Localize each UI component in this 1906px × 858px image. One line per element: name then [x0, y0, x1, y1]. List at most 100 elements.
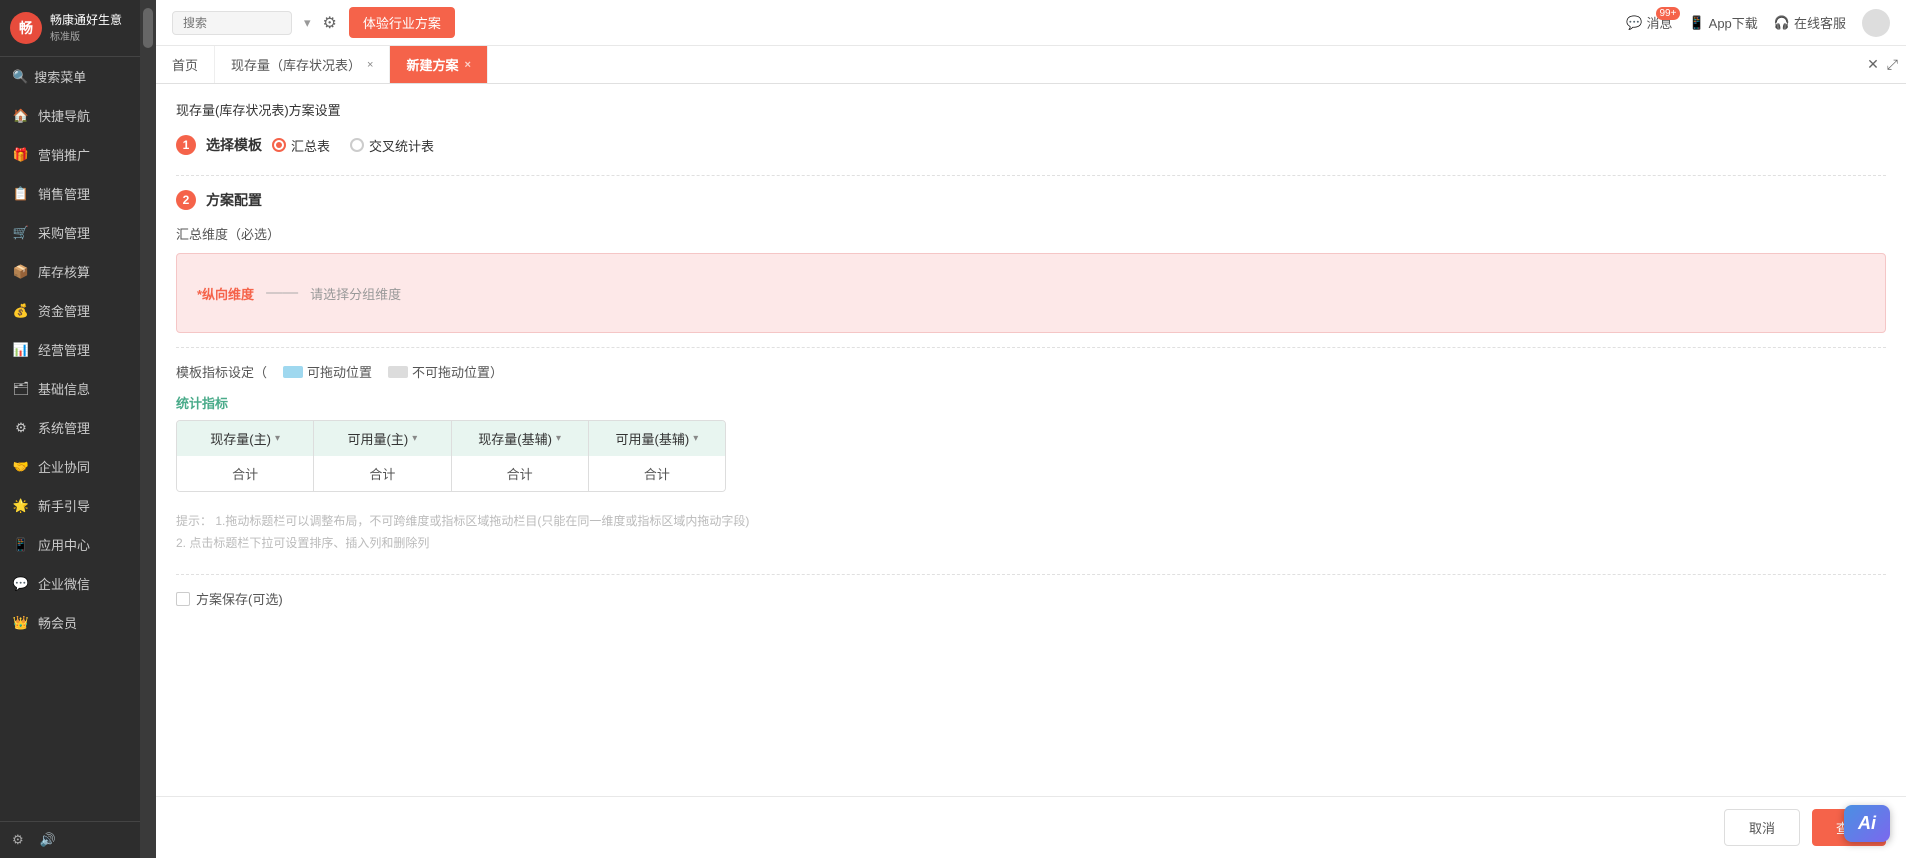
col-aux-stock-header[interactable]: 现存量(基辅) ▾ [452, 421, 589, 456]
search-menu-label: 搜索菜单 [34, 67, 86, 86]
tab-inventory-close-icon[interactable]: × [367, 59, 373, 71]
dim-hint: 请选择分组维度 [310, 284, 401, 303]
stats-table-header: 现存量(主) ▾ 可用量(主) ▾ 现存量(基辅) ▾ 可用量(基辅) ▾ [177, 421, 725, 456]
app-download-button[interactable]: 📱 App下载 [1688, 13, 1757, 32]
step1-section: 1 选择模板 汇总表 交叉统计表 [176, 135, 1886, 155]
sound-icon[interactable]: 🔊 [40, 832, 56, 848]
sidebar-scrollbar[interactable] [140, 0, 156, 858]
industry-scheme-button[interactable]: 体验行业方案 [349, 7, 455, 38]
stats-table: 现存量(主) ▾ 可用量(主) ▾ 现存量(基辅) ▾ 可用量(基辅) ▾ [176, 420, 726, 492]
dimension-area[interactable]: *纵向维度 —— 请选择分组维度 [176, 253, 1886, 333]
col-main-stock-header[interactable]: 现存量(主) ▾ [177, 421, 314, 456]
col-aux-available-chevron: ▾ [693, 433, 698, 444]
sidebar-item-contract[interactable]: 🤝 企业协同 [0, 447, 140, 486]
page-title: 现存量(库存状况表)方案设置 [176, 100, 1886, 119]
topbar-dropdown-arrow[interactable]: ▾ [304, 15, 311, 31]
radio-cross-circle [350, 138, 364, 152]
sidebar-item-label: 系统管理 [38, 418, 90, 437]
step1-divider [176, 175, 1886, 176]
sidebar-item-system[interactable]: ⚙ 系统管理 [0, 408, 140, 447]
tab-new-scheme-label: 新建方案 [406, 55, 458, 74]
tabs-bar: 首页 现存量（库存状况表） × 新建方案 × ✕ ⤢ [156, 46, 1906, 84]
sidebar-item-marketing[interactable]: 🎁 营销推广 [0, 135, 140, 174]
radio-cross-label: 交叉统计表 [369, 136, 434, 155]
sidebar-item-business[interactable]: 📊 经营管理 [0, 330, 140, 369]
step2-section: 2 方案配置 汇总维度（必选） *纵向维度 —— 请选择分组维度 模板指标设定（… [176, 190, 1886, 554]
col-aux-stock-label: 现存量(基辅) [478, 429, 552, 448]
step1-num: 1 [176, 135, 196, 155]
sidebar-item-basics[interactable]: 🗂 基础信息 [0, 369, 140, 408]
tab-new-scheme-close-icon[interactable]: × [464, 59, 470, 71]
message-button[interactable]: 💬 消息 99+ [1626, 13, 1672, 32]
template-radio-group: 汇总表 交叉统计表 [272, 136, 434, 155]
close-icon[interactable]: ✕ [1867, 56, 1879, 73]
app-logo: 畅 [10, 12, 42, 44]
sidebar-item-finance[interactable]: 💰 资金管理 [0, 291, 140, 330]
col-main-stock-label: 现存量(主) [210, 429, 271, 448]
col-aux-available-header[interactable]: 可用量(基辅) ▾ [589, 421, 725, 456]
app-icon: 📱 [1688, 15, 1704, 31]
footer-bar: 取消 查询 [156, 796, 1906, 858]
sidebar-item-sales[interactable]: 📋 销售管理 [0, 174, 140, 213]
sidebar-item-quick-nav[interactable]: 🏠 快捷导航 [0, 96, 140, 135]
non-draggable-label: 不可拖动位置） [412, 362, 503, 381]
tab-home[interactable]: 首页 [156, 46, 215, 83]
step1-label: 选择模板 [206, 135, 262, 155]
dim-required-label: *纵向维度 [197, 284, 254, 303]
col-aux-stock-body: 合计 [452, 456, 589, 491]
message-icon: 💬 [1626, 15, 1642, 31]
sidebar-item-label: 经营管理 [38, 340, 90, 359]
radio-cross[interactable]: 交叉统计表 [350, 136, 434, 155]
tab-home-label: 首页 [172, 55, 198, 74]
user-avatar[interactable] [1862, 9, 1890, 37]
content-area: 现存量(库存状况表)方案设置 1 选择模板 汇总表 交叉统计表 [156, 84, 1906, 796]
sidebar-item-label: 库存核算 [38, 262, 90, 281]
sidebar-item-inventory[interactable]: 📦 库存核算 [0, 252, 140, 291]
basics-icon: 🗂 [12, 380, 30, 398]
business-icon: 📊 [12, 341, 30, 359]
save-scheme-checkbox[interactable] [176, 592, 190, 606]
ai-badge[interactable]: Ai [1844, 805, 1890, 842]
gift-icon: 🎁 [12, 146, 30, 164]
contract-icon: 🤝 [12, 458, 30, 476]
sidebar: 畅 畅康通好生意 标准版 🔍 搜索菜单 🏠 快捷导航 🎁 营销推广 📋 [0, 0, 140, 858]
app-subtitle: 标准版 [50, 28, 122, 43]
message-badge: 99+ [1656, 7, 1681, 20]
non-draggable-indicator: 不可拖动位置） [388, 362, 503, 381]
purchase-icon: 🛒 [12, 224, 30, 242]
step2-label: 方案配置 [206, 190, 262, 210]
draggable-indicator: 可拖动位置 [283, 362, 372, 381]
dim-placeholder: *纵向维度 —— 请选择分组维度 [197, 284, 401, 303]
col-aux-available-body: 合计 [589, 456, 725, 491]
expand-icon[interactable]: ⤢ [1887, 56, 1898, 73]
radio-summary[interactable]: 汇总表 [272, 136, 330, 155]
hint-line-1: 提示： 1.拖动标题栏可以调整布局，不可跨维度或指标区域拖动栏目(只能在同一维度… [176, 511, 1886, 533]
sidebar-item-label: 快捷导航 [38, 106, 90, 125]
col-main-available-body: 合计 [314, 456, 451, 491]
sidebar-scrollbar-thumb [143, 8, 153, 48]
topbar-gear-icon[interactable]: ⚙ [323, 13, 337, 33]
tab-new-scheme[interactable]: 新建方案 × [390, 46, 487, 83]
sidebar-item-wechat[interactable]: 💬 企业微信 [0, 564, 140, 603]
template-indicator: 模板指标设定（ 可拖动位置 不可拖动位置） [176, 362, 1886, 381]
online-service-button[interactable]: 🎧 在线客服 [1774, 13, 1846, 32]
settings-icon[interactable]: ⚙ [12, 832, 24, 848]
sidebar-bottom: ⚙ 🔊 [0, 821, 140, 858]
cancel-button[interactable]: 取消 [1724, 809, 1800, 846]
sidebar-item-member[interactable]: 👑 畅会员 [0, 603, 140, 642]
tab-inventory-status-label: 现存量（库存状况表） [231, 55, 361, 74]
newbie-icon: 🌟 [12, 497, 30, 515]
col-main-available-label: 可用量(主) [348, 429, 409, 448]
col-main-stock-chevron: ▾ [275, 433, 280, 444]
window-controls: ✕ ⤢ [1867, 56, 1906, 73]
sidebar-item-appcenter[interactable]: 📱 应用中心 [0, 525, 140, 564]
topbar-search-input[interactable] [172, 11, 292, 35]
sidebar-item-label: 销售管理 [38, 184, 90, 203]
sidebar-search[interactable]: 🔍 搜索菜单 [0, 57, 140, 96]
sidebar-item-purchase[interactable]: 🛒 采购管理 [0, 213, 140, 252]
sidebar-item-newbie[interactable]: 🌟 新手引导 [0, 486, 140, 525]
hint-line-2: 2. 点击标题栏下拉可设置排序、插入列和删除列 [176, 533, 1886, 555]
col-main-available-header[interactable]: 可用量(主) ▾ [314, 421, 451, 456]
save-divider [176, 574, 1886, 575]
tab-inventory-status[interactable]: 现存量（库存状况表） × [215, 46, 390, 83]
